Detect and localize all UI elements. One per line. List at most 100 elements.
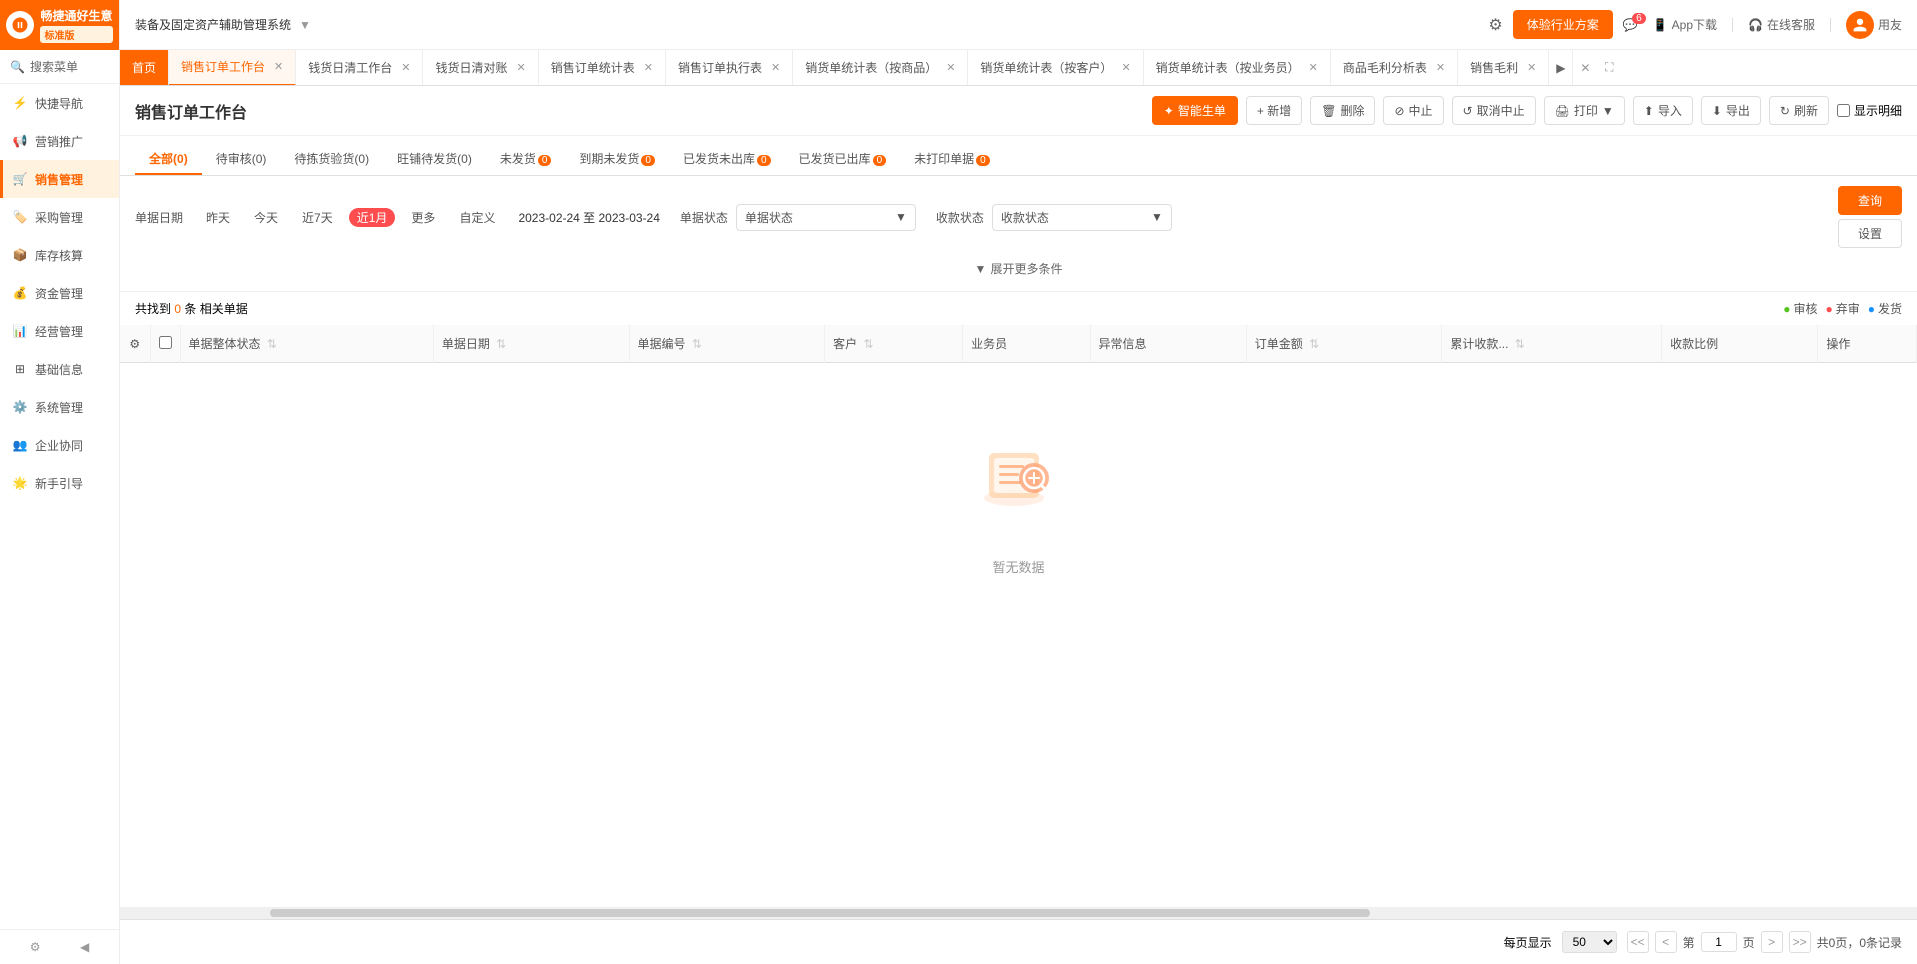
date-btn-custom[interactable]: 自定义 — [451, 207, 503, 228]
sort-number-icon[interactable]: ⇅ — [692, 337, 702, 351]
tab-close-all[interactable]: ✕ — [1573, 50, 1597, 86]
abandon-action-btn[interactable]: ● 弃审 — [1825, 300, 1859, 317]
sub-tab-shipped-out[interactable]: 已发货已出库0 — [785, 144, 901, 175]
page-last-btn[interactable]: >> — [1789, 931, 1811, 953]
tab-close-icon8[interactable]: ✕ — [1309, 61, 1318, 74]
sub-tab-pending-review[interactable]: 待审核(0) — [202, 144, 281, 175]
sort-customer-icon[interactable]: ⇅ — [864, 337, 874, 351]
date-btn-more[interactable]: 更多 — [403, 207, 443, 228]
message-icon-item[interactable]: 💬 6 — [1623, 18, 1638, 32]
page-prev-btn[interactable]: < — [1655, 931, 1677, 953]
tab-sales-product[interactable]: 销货单统计表（按商品） ✕ — [793, 50, 968, 86]
tab-close-icon3[interactable]: ✕ — [517, 61, 526, 74]
sort-amount-icon[interactable]: ⇅ — [1309, 337, 1319, 351]
sub-tab-not-printed[interactable]: 未打印单据0 — [900, 144, 1004, 175]
sub-tab-all-label: 全部 — [149, 152, 173, 166]
sort-collected-icon[interactable]: ⇅ — [1515, 337, 1525, 351]
tab-gross-margin[interactable]: 商品毛利分析表 ✕ — [1331, 50, 1458, 86]
th-setting[interactable]: ⚙ — [120, 325, 150, 363]
tab-sales-exec[interactable]: 销售订单执行表 ✕ — [666, 50, 793, 86]
sub-tab-pending-inspect[interactable]: 待拣货验货(0) — [280, 144, 383, 175]
sidebar-item-sales[interactable]: 🛒 销售管理 — [0, 160, 119, 198]
tab-close-icon4[interactable]: ✕ — [644, 61, 653, 74]
tab-cash-account[interactable]: 钱货日清对账 ✕ — [423, 50, 538, 86]
tab-sales-staff[interactable]: 销货单统计表（按业务员） ✕ — [1144, 50, 1331, 86]
tab-maximize[interactable]: ⛶ — [1597, 50, 1621, 86]
app-download-item[interactable]: 📱 App下载 — [1653, 16, 1717, 33]
show-detail-checkbox-wrap[interactable]: 显示明细 — [1837, 102, 1902, 119]
sub-tab-not-shipped[interactable]: 未发货0 — [486, 144, 566, 175]
tab-close-icon7[interactable]: ✕ — [1121, 61, 1130, 74]
tab-close-icon10[interactable]: ✕ — [1527, 61, 1536, 74]
cancel-stop-btn[interactable]: ↺ 取消中止 — [1452, 96, 1536, 125]
delete-btn[interactable]: 🗑 删除 — [1310, 96, 1375, 125]
online-service-item[interactable]: 🎧 在线客服 — [1748, 16, 1815, 33]
tab-sales-profit[interactable]: 销售毛利 ✕ — [1458, 50, 1549, 86]
sidebar-item-inventory[interactable]: 📦 库存核算 — [0, 236, 119, 274]
sidebar-item-guide[interactable]: 🌟 新手引导 — [0, 464, 119, 502]
ship-action-btn[interactable]: ● 发货 — [1868, 300, 1902, 317]
th-check[interactable] — [150, 325, 180, 363]
sub-tab-shipped-not-out[interactable]: 已发货未出库0 — [669, 144, 785, 175]
header-dropdown-icon[interactable]: ▼ — [299, 18, 311, 32]
tab-close-icon9[interactable]: ✕ — [1436, 61, 1445, 74]
stop-btn[interactable]: ⊘ 中止 — [1383, 96, 1443, 125]
settings-filter-btn[interactable]: 设置 — [1838, 219, 1902, 248]
settings-gear-icon[interactable]: ⚙ — [30, 940, 41, 954]
review-action-btn[interactable]: ● 审核 — [1783, 300, 1817, 317]
solution-btn[interactable]: 体验行业方案 — [1513, 10, 1613, 39]
sub-tab-overdue[interactable]: 到期未发货0 — [565, 144, 669, 175]
print-btn[interactable]: 🖨 打印 ▼ — [1544, 96, 1625, 125]
show-detail-checkbox[interactable] — [1837, 104, 1850, 117]
tab-close-icon2[interactable]: ✕ — [401, 61, 410, 74]
tab-close-icon5[interactable]: ✕ — [771, 61, 780, 74]
sub-tab-shipped-out-label: 已发货已出库 — [799, 152, 871, 166]
sidebar-item-operation[interactable]: 📊 经营管理 — [0, 312, 119, 350]
page-size-select[interactable]: 10 20 50 100 — [1562, 931, 1617, 953]
smart-create-btn[interactable]: ✦ 智能生单 — [1152, 96, 1238, 125]
date-btn-1month[interactable]: 近1月 — [349, 208, 396, 227]
tab-home[interactable]: 首页 — [120, 50, 169, 86]
query-btn[interactable]: 查询 — [1838, 186, 1902, 215]
sub-tab-pending-review-count: 0 — [256, 152, 263, 166]
sidebar-item-quick[interactable]: ⚡ 快捷导航 — [0, 84, 119, 122]
sidebar-item-system[interactable]: ⚙️ 系统管理 — [0, 388, 119, 426]
tab-sales-stats[interactable]: 销售订单统计表 ✕ — [539, 50, 666, 86]
sidebar-item-enterprise[interactable]: 👥 企业协同 — [0, 426, 119, 464]
sidebar-item-purchase[interactable]: 🏷️ 采购管理 — [0, 198, 119, 236]
settings-icon[interactable]: ⚙ — [1488, 15, 1502, 35]
sub-tab-wangpu[interactable]: 旺铺待发货(0) — [383, 144, 486, 175]
import-btn[interactable]: ⬆ 导入 — [1633, 96, 1693, 125]
tab-close-icon6[interactable]: ✕ — [946, 61, 955, 74]
date-btn-yesterday[interactable]: 昨天 — [198, 207, 238, 228]
sub-tabs: 全部(0) 待审核(0) 待拣货验货(0) 旺铺待发货(0) 未发货0 到期未发… — [120, 136, 1917, 176]
user-item[interactable]: 用友 — [1846, 11, 1902, 39]
date-btn-7days[interactable]: 近7天 — [294, 207, 341, 228]
select-all-checkbox[interactable] — [159, 336, 172, 349]
sidebar-item-finance[interactable]: 💰 资金管理 — [0, 274, 119, 312]
sub-tab-all[interactable]: 全部(0) — [135, 144, 202, 175]
sidebar-item-basic[interactable]: ⊞ 基础信息 — [0, 350, 119, 388]
page-first-btn[interactable]: << — [1627, 931, 1649, 953]
page-next-btn[interactable]: > — [1761, 931, 1783, 953]
status-filter-select[interactable]: 单据状态 ▼ — [736, 204, 916, 231]
sidebar-item-search[interactable]: 🔍 搜索菜单 — [0, 50, 119, 84]
add-btn[interactable]: + 新增 — [1246, 96, 1302, 125]
tab-sales-customer[interactable]: 销货单统计表（按客户） ✕ — [968, 50, 1143, 86]
sidebar-item-marketing[interactable]: 📢 营销推广 — [0, 122, 119, 160]
horizontal-scrollbar[interactable] — [120, 907, 1917, 919]
sort-date-icon[interactable]: ⇅ — [496, 337, 506, 351]
tab-cash-daily[interactable]: 钱货日清工作台 ✕ — [296, 50, 423, 86]
sort-status-icon[interactable]: ⇅ — [267, 337, 277, 351]
tab-sales-workbench[interactable]: 销售订单工作台 ✕ — [169, 50, 296, 86]
tab-close-icon[interactable]: ✕ — [274, 60, 283, 73]
refresh-btn[interactable]: ↻ 刷新 — [1769, 96, 1829, 125]
scrollbar-thumb[interactable] — [270, 909, 1370, 917]
export-btn[interactable]: ⬇ 导出 — [1701, 96, 1761, 125]
expand-conditions-btn[interactable]: ▼ 展开更多条件 — [965, 256, 1073, 281]
collapse-icon[interactable]: ◀ — [80, 940, 89, 954]
payment-filter-select[interactable]: 收款状态 ▼ — [992, 204, 1172, 231]
page-input[interactable] — [1701, 932, 1737, 952]
tab-scroll-right[interactable]: ▶ — [1549, 50, 1573, 86]
date-btn-today[interactable]: 今天 — [246, 207, 286, 228]
